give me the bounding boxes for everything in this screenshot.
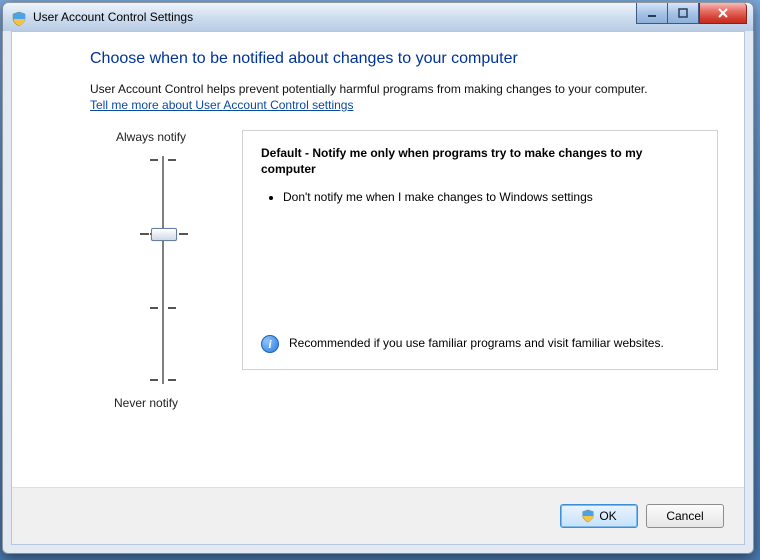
slider-thumb[interactable] — [151, 228, 177, 241]
uac-settings-window: User Account Control Settings Choose whe… — [2, 2, 754, 554]
uac-shield-icon — [11, 9, 27, 25]
window-controls — [636, 3, 747, 23]
titlebar[interactable]: User Account Control Settings — [3, 3, 753, 31]
slider-bottom-label: Never notify — [114, 396, 240, 410]
footer: OK Cancel — [12, 487, 744, 544]
slider-column: Always notify Never notify — [90, 130, 240, 410]
recommendation: i Recommended if you use familiar progra… — [261, 335, 699, 353]
slider-top-label: Always notify — [116, 130, 240, 144]
recommendation-text: Recommended if you use familiar programs… — [289, 335, 664, 351]
content: Choose when to be notified about changes… — [12, 32, 744, 484]
client-area: Choose when to be notified about changes… — [11, 31, 745, 545]
window-title: User Account Control Settings — [33, 3, 193, 31]
uac-level-slider[interactable] — [128, 150, 198, 390]
level-bullet: Don't notify me when I make changes to W… — [283, 189, 699, 205]
ok-button[interactable]: OK — [560, 504, 638, 528]
uac-shield-icon — [581, 509, 595, 523]
help-link[interactable]: Tell me more about User Account Control … — [90, 98, 353, 112]
level-description-box: Default - Notify me only when programs t… — [242, 130, 718, 370]
cancel-button[interactable]: Cancel — [646, 504, 724, 528]
body-row: Always notify Never notify Default - Not… — [90, 130, 718, 410]
info-icon: i — [261, 335, 279, 353]
slider-rail — [162, 156, 164, 384]
maximize-button[interactable] — [667, 3, 699, 24]
level-title: Default - Notify me only when programs t… — [261, 145, 699, 177]
page-heading: Choose when to be notified about changes… — [90, 50, 718, 68]
page-description: User Account Control helps prevent poten… — [90, 82, 718, 96]
maximize-icon — [678, 8, 688, 18]
cancel-button-label: Cancel — [666, 509, 703, 523]
minimize-icon — [647, 8, 657, 18]
close-icon — [717, 8, 729, 18]
close-button[interactable] — [699, 3, 747, 24]
minimize-button[interactable] — [636, 3, 667, 24]
level-bullets: Don't notify me when I make changes to W… — [261, 189, 699, 205]
ok-button-label: OK — [599, 509, 616, 523]
